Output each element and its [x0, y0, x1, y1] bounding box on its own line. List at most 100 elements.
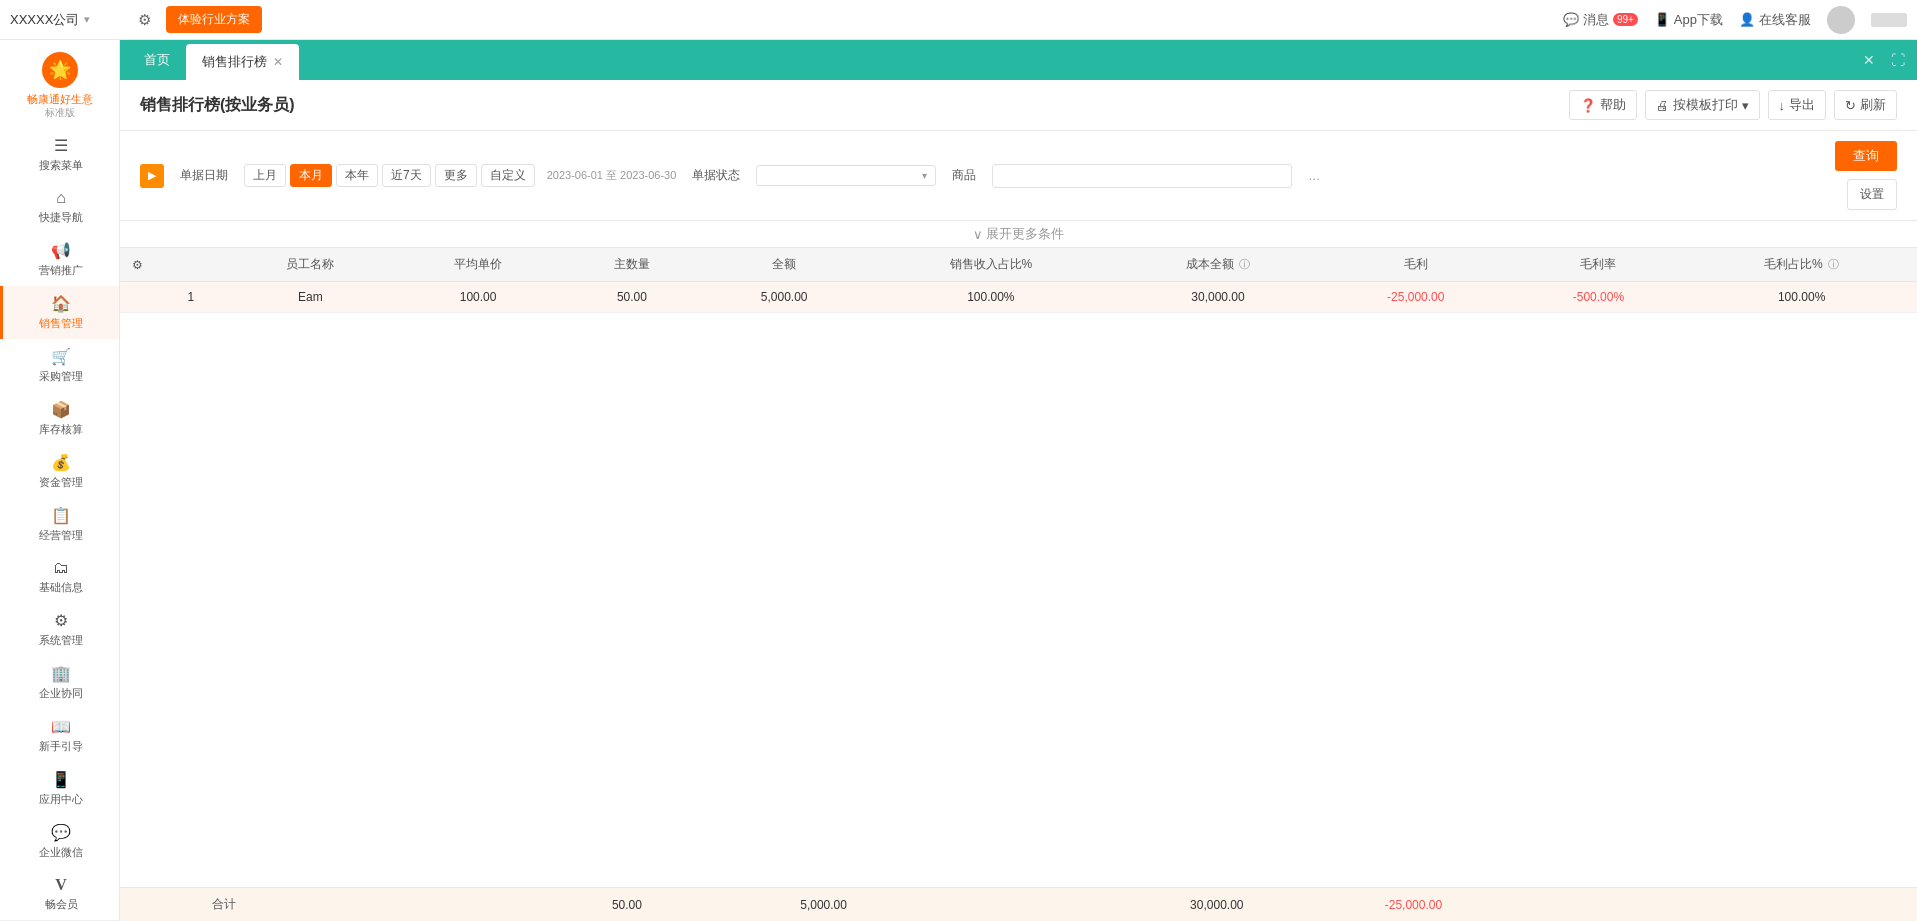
setting-button[interactable]: 设置	[1847, 179, 1897, 210]
messages-button[interactable]: 💬 消息 99+	[1563, 11, 1638, 29]
status-label: 单据状态	[692, 167, 740, 184]
col-settings[interactable]: ⚙	[120, 248, 155, 282]
sidebar-logo: 🌟 畅康通好生意 标准版	[0, 40, 119, 128]
sidebar-item-purchase[interactable]: 🛒 采购管理	[0, 339, 119, 392]
sidebar-label-quick: 快捷导航	[39, 210, 83, 225]
sales-icon: 🏠	[51, 294, 71, 313]
custom-date-button[interactable]: 自定义	[481, 164, 535, 187]
sidebar-label-basic: 基础信息	[39, 580, 83, 595]
tab-bar-right: ✕ ⛶	[1859, 48, 1909, 72]
sidebar-label-wechat: 企业微信	[39, 845, 83, 860]
settings-gear-button[interactable]: ⚙	[130, 6, 158, 34]
sidebar-item-marketing[interactable]: 📢 营销推广	[0, 233, 119, 286]
export-button[interactable]: ↓ 导出	[1768, 90, 1827, 120]
last7-button[interactable]: 近7天	[382, 164, 431, 187]
col-qty: 主数量	[562, 248, 702, 282]
page-actions: ❓ 帮助 🖨 按模板打印 ▾ ↓ 导出 ↻ 刷新	[1569, 90, 1898, 120]
sidebar-item-member[interactable]: V 畅会员	[0, 868, 119, 920]
more-date-button[interactable]: 更多	[435, 164, 477, 187]
goods-label: 商品	[952, 167, 976, 184]
cell-profit: -25,000.00	[1321, 282, 1511, 313]
app-download-button[interactable]: 📱 App下载	[1654, 11, 1723, 29]
sidebar-item-search-order[interactable]: ☰ 搜索菜单	[0, 128, 119, 181]
print-button[interactable]: 🖨 按模板打印 ▾	[1645, 90, 1760, 120]
logo-text: 畅康通好生意	[8, 92, 111, 106]
trial-button[interactable]: 体验行业方案	[166, 6, 262, 33]
print-label: 按模板打印	[1673, 96, 1738, 114]
system-icon: ⚙	[54, 611, 68, 630]
expand-more-button[interactable]: ∨ 展开更多条件	[973, 225, 1064, 243]
cost-info-icon[interactable]: ⓘ	[1239, 258, 1250, 270]
top-header: XXXXX公司 ▾ ⚙ 体验行业方案 💬 消息 99+ 📱 App下载 👤 在线…	[0, 0, 1917, 40]
print-icon: 🖨	[1656, 98, 1669, 113]
purchase-icon: 🛒	[51, 347, 71, 366]
footer-qty: 50.00	[529, 898, 726, 912]
sidebar-item-operations[interactable]: 📋 经营管理	[0, 498, 119, 551]
app-icon: 📱	[1654, 12, 1670, 27]
header-right: 💬 消息 99+ 📱 App下载 👤 在线客服	[1563, 6, 1907, 34]
sidebar-item-sales[interactable]: 🏠 销售管理	[0, 286, 119, 339]
query-button[interactable]: 查询	[1835, 141, 1897, 171]
wechat-icon: 💬	[51, 823, 71, 842]
tab-fullscreen-button[interactable]: ⛶	[1887, 48, 1909, 72]
guide-icon: 📖	[51, 717, 71, 736]
tab-home[interactable]: 首页	[128, 40, 186, 80]
operations-icon: 📋	[51, 506, 71, 525]
tab-home-label: 首页	[144, 51, 170, 69]
tab-close-all-button[interactable]: ✕	[1859, 48, 1879, 72]
message-badge: 99+	[1613, 13, 1638, 26]
finance-icon: 💰	[51, 453, 71, 472]
profit-pct-info-icon[interactable]: ⓘ	[1828, 258, 1839, 270]
goods-input[interactable]	[992, 164, 1292, 188]
status-arrow-icon: ▾	[922, 170, 927, 181]
username-placeholder	[1871, 13, 1907, 27]
sidebar-item-enterprise[interactable]: 🏢 企业协同	[0, 656, 119, 709]
this-year-button[interactable]: 本年	[336, 164, 378, 187]
sidebar-item-guide[interactable]: 📖 新手引导	[0, 709, 119, 762]
online-service-button[interactable]: 👤 在线客服	[1739, 11, 1811, 29]
sidebar-item-finance[interactable]: 💰 资金管理	[0, 445, 119, 498]
expand-more-row: ∨ 展开更多条件	[120, 221, 1917, 248]
sidebar-item-app-center[interactable]: 📱 应用中心	[0, 762, 119, 815]
table-footer: 合计 50.00 5,000.00 30,000.00 -25,000.00	[120, 887, 1917, 921]
more-fields-button[interactable]: …	[1308, 169, 1320, 183]
home-icon: ⌂	[56, 189, 66, 207]
col-profit-pct: 毛利占比% ⓘ	[1686, 248, 1917, 282]
col-cost: 成本全额 ⓘ	[1115, 248, 1321, 282]
footer-cost: 30,000.00	[1119, 898, 1316, 912]
help-button[interactable]: ❓ 帮助	[1569, 90, 1637, 120]
app-label: App下载	[1674, 11, 1723, 29]
cell-name: Eam	[227, 282, 395, 313]
footer-label: 合计	[212, 896, 332, 913]
avatar[interactable]	[1827, 6, 1855, 34]
sidebar-item-quick-nav[interactable]: ⌂ 快捷导航	[0, 181, 119, 233]
tab-sales-rank[interactable]: 销售排行榜 ✕	[186, 44, 299, 80]
sidebar-label-marketing: 营销推广	[39, 263, 83, 278]
prev-month-button[interactable]: 上月	[244, 164, 286, 187]
filter-row-1: ▶ 单据日期 上月 本月 本年 近7天 更多 自定义 2023-06-01 至 …	[140, 141, 1897, 210]
sidebar-item-wechat[interactable]: 💬 企业微信	[0, 815, 119, 868]
sidebar-label-operations: 经营管理	[39, 528, 83, 543]
sidebar-item-basic-info[interactable]: 🗂 基础信息	[0, 551, 119, 603]
status-select[interactable]: ▾	[756, 165, 936, 186]
tab-close-icon[interactable]: ✕	[273, 55, 283, 69]
cell-settings	[120, 282, 155, 313]
sidebar-label-enterprise: 企业协同	[39, 686, 83, 701]
sidebar-item-system[interactable]: ⚙ 系统管理	[0, 603, 119, 656]
inventory-icon: 📦	[51, 400, 71, 419]
date-range-text: 2023-06-01 至 2023-06-30	[547, 168, 677, 183]
refresh-button[interactable]: ↻ 刷新	[1834, 90, 1897, 120]
table-body: 1Eam100.0050.005,000.00100.00%30,000.00-…	[120, 282, 1917, 313]
filter-expand-arrow[interactable]: ▶	[140, 164, 164, 188]
cell-cost: 30,000.00	[1115, 282, 1321, 313]
app-center-icon: 📱	[51, 770, 71, 789]
table-header-row: ⚙ 员工名称 平均单价 主数量 全额 销售收入占比% 成本全额 ⓘ 毛利 毛利率…	[120, 248, 1917, 282]
tab-bar: 首页 销售排行榜 ✕ ✕ ⛶	[120, 40, 1917, 80]
page-title: 销售排行榜(按业务员)	[140, 95, 1569, 116]
enterprise-icon: 🏢	[51, 664, 71, 683]
sidebar-item-inventory[interactable]: 📦 库存核算	[0, 392, 119, 445]
logo-icon: 🌟	[42, 52, 78, 88]
company-selector[interactable]: XXXXX公司 ▾	[10, 11, 130, 29]
this-month-button[interactable]: 本月	[290, 164, 332, 187]
footer-profit: -25,000.00	[1315, 898, 1512, 912]
